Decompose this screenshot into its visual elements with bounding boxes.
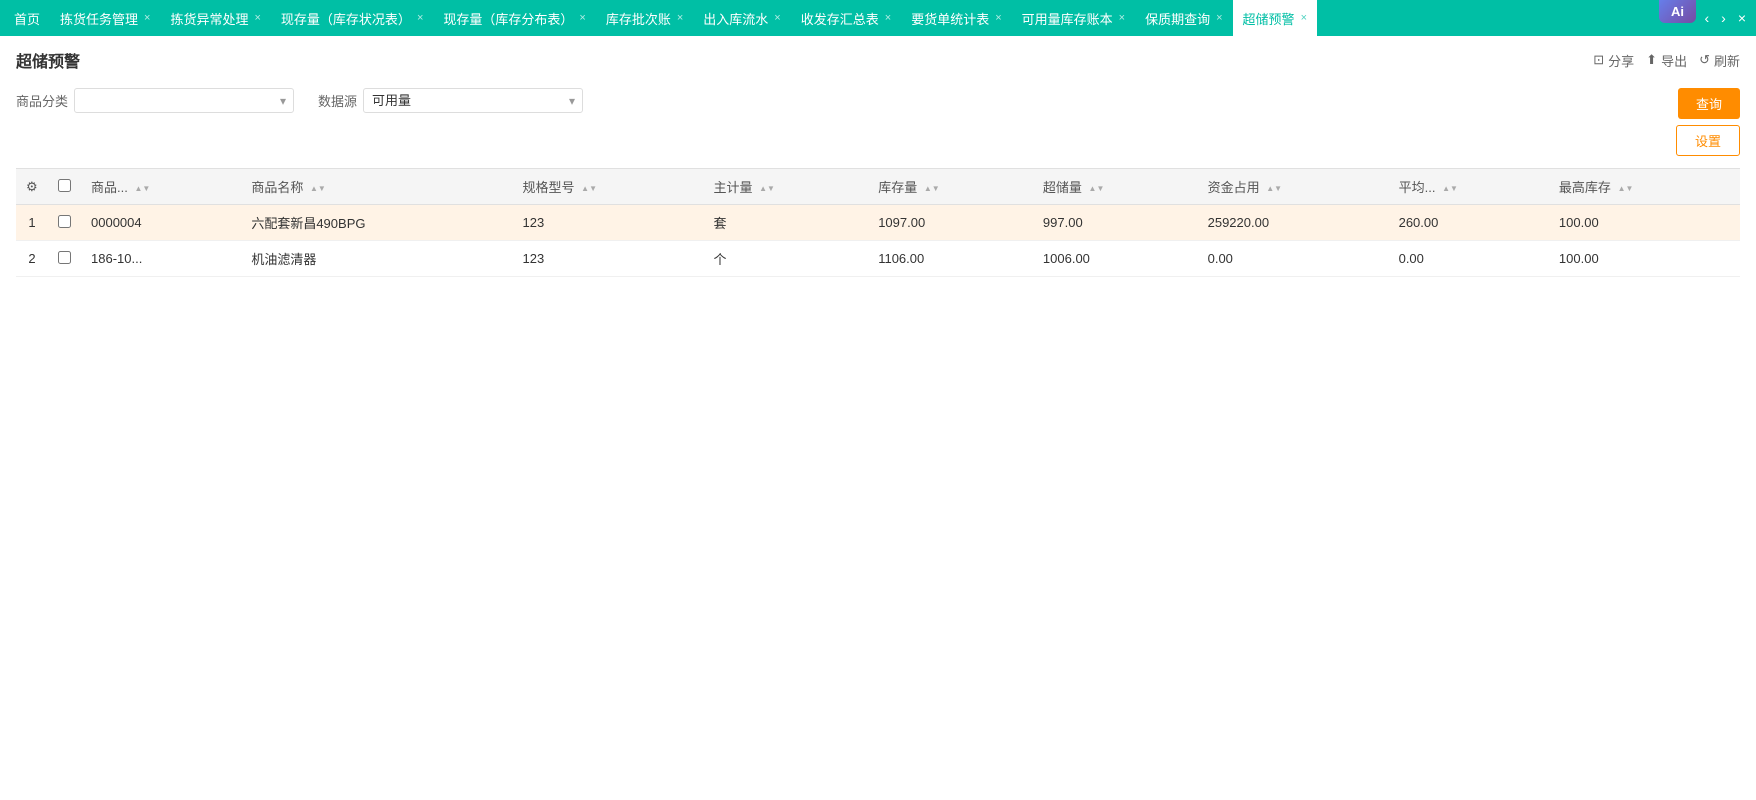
nav-item-available[interactable]: 可用量库存账本 × <box>1012 0 1135 36</box>
nav-item-demand[interactable]: 要货单统计表 × <box>901 0 1011 36</box>
capital-cell: 0.00 <box>1198 241 1389 277</box>
sort-icon[interactable]: ▲▼ <box>134 185 150 193</box>
unit-cell: 套 <box>704 205 869 241</box>
nav-item-overflow-warning[interactable]: 超储预警 × <box>1233 0 1317 36</box>
max-stock-cell: 100.00 <box>1549 241 1740 277</box>
close-icon[interactable]: × <box>254 12 260 24</box>
th-overflow: 超储量 ▲▼ <box>1033 169 1198 205</box>
product-name-cell: 六配套新昌490BPG <box>241 205 512 241</box>
th-stock: 库存量 ▲▼ <box>868 169 1033 205</box>
sort-icon[interactable]: ▲▼ <box>1442 185 1458 193</box>
row-checkbox-cell <box>48 205 81 241</box>
sort-icon[interactable]: ▲▼ <box>581 185 597 193</box>
filter-data-source: 数据源 可用量 库存量 <box>318 88 583 113</box>
close-icon[interactable]: × <box>774 12 780 24</box>
data-source-label: 数据源 <box>318 91 357 110</box>
refresh-button[interactable]: ↺ 刷新 <box>1699 51 1740 70</box>
th-gear: ⚙ <box>16 169 48 205</box>
avg-cell: 260.00 <box>1389 205 1549 241</box>
product-name-cell: 机油滤清器 <box>241 241 512 277</box>
page-actions: ⊡ 分享 ⬆ 导出 ↺ 刷新 <box>1593 51 1740 70</box>
nav-item-exception[interactable]: 拣货异常处理 × <box>160 0 270 36</box>
export-icon: ⬆ <box>1646 52 1657 68</box>
spec-cell: 123 <box>513 241 704 277</box>
overflow-cell: 1006.00 <box>1033 241 1198 277</box>
export-button[interactable]: ⬆ 导出 <box>1646 51 1687 70</box>
share-icon: ⊡ <box>1593 52 1604 68</box>
gear-icon[interactable]: ⚙ <box>26 179 38 194</box>
table-row: 1 0000004 六配套新昌490BPG 123 套 1097.00 997.… <box>16 205 1740 241</box>
sort-icon[interactable]: ▲▼ <box>1266 185 1282 193</box>
close-icon[interactable]: × <box>144 12 150 24</box>
product-code-cell: 0000004 <box>81 205 241 241</box>
spec-cell: 123 <box>513 205 704 241</box>
nav-item-home[interactable]: 首页 <box>4 0 50 36</box>
nav-close-arrow[interactable]: × <box>1732 10 1752 26</box>
th-checkbox <box>48 169 81 205</box>
close-icon[interactable]: × <box>579 12 585 24</box>
nav-prev-arrow[interactable]: ‹ <box>1698 10 1715 26</box>
data-source-select[interactable]: 可用量 库存量 <box>363 88 583 113</box>
nav-next-arrow[interactable]: › <box>1715 10 1732 26</box>
avg-cell: 0.00 <box>1389 241 1549 277</box>
th-max-stock: 最高库存 ▲▼ <box>1549 169 1740 205</box>
close-icon[interactable]: × <box>677 12 683 24</box>
page-container: 超储预警 ⊡ 分享 ⬆ 导出 ↺ 刷新 商品分类 <box>0 36 1756 800</box>
nav-item-inout[interactable]: 出入库流水 × <box>693 0 790 36</box>
product-category-label: 商品分类 <box>16 91 68 110</box>
nav-item-task[interactable]: 拣货任务管理 × <box>50 0 160 36</box>
stock-cell: 1097.00 <box>868 205 1033 241</box>
th-unit: 主计量 ▲▼ <box>704 169 869 205</box>
top-nav: 首页 拣货任务管理 × 拣货异常处理 × 现存量（库存状况表） × 现存量（库存… <box>0 0 1756 36</box>
close-icon[interactable]: × <box>417 12 423 24</box>
stock-cell: 1106.00 <box>868 241 1033 277</box>
data-table: ⚙ 商品... ▲▼ 商品名称 ▲▼ 规格型号 ▲▼ 主计 <box>16 168 1740 277</box>
nav-item-expiry[interactable]: 保质期查询 × <box>1135 0 1232 36</box>
filter-row: 商品分类 数据源 可用量 库存量 <box>16 88 1652 113</box>
set-button[interactable]: 设置 <box>1676 125 1740 156</box>
page-title: 超储预警 <box>16 48 80 72</box>
close-icon[interactable]: × <box>1216 12 1222 24</box>
close-icon[interactable]: × <box>995 12 1001 24</box>
page-header: 超储预警 ⊡ 分享 ⬆ 导出 ↺ 刷新 <box>16 48 1740 72</box>
th-avg: 平均... ▲▼ <box>1389 169 1549 205</box>
filter-buttons: 查询 设置 <box>1676 88 1740 156</box>
nav-arrows: ‹ › × <box>1698 10 1752 26</box>
row-number: 1 <box>16 205 48 241</box>
th-capital: 资金占用 ▲▼ <box>1198 169 1389 205</box>
unit-cell: 个 <box>704 241 869 277</box>
table-row: 2 186-10... 机油滤清器 123 个 1106.00 1006.00 … <box>16 241 1740 277</box>
row-checkbox[interactable] <box>58 215 71 228</box>
nav-item-stock-dist[interactable]: 现存量（库存分布表） × <box>433 0 595 36</box>
capital-cell: 259220.00 <box>1198 205 1389 241</box>
th-product-code: 商品... ▲▼ <box>81 169 241 205</box>
close-icon[interactable]: × <box>1119 12 1125 24</box>
table-header-row: ⚙ 商品... ▲▼ 商品名称 ▲▼ 规格型号 ▲▼ 主计 <box>16 169 1740 205</box>
refresh-icon: ↺ <box>1699 52 1710 68</box>
product-code-cell: 186-10... <box>81 241 241 277</box>
sort-icon[interactable]: ▲▼ <box>759 185 775 193</box>
sort-icon[interactable]: ▲▼ <box>310 185 326 193</box>
sort-icon[interactable]: ▲▼ <box>1089 185 1105 193</box>
share-button[interactable]: ⊡ 分享 <box>1593 51 1634 70</box>
ai-badge[interactable]: Ai <box>1659 0 1696 23</box>
query-button[interactable]: 查询 <box>1678 88 1740 119</box>
row-number: 2 <box>16 241 48 277</box>
product-category-select[interactable] <box>74 88 294 113</box>
max-stock-cell: 100.00 <box>1549 205 1740 241</box>
close-icon[interactable]: × <box>885 12 891 24</box>
sort-icon[interactable]: ▲▼ <box>1618 185 1634 193</box>
nav-item-batch[interactable]: 库存批次账 × <box>596 0 693 36</box>
nav-item-summary[interactable]: 收发存汇总表 × <box>791 0 901 36</box>
sort-icon[interactable]: ▲▼ <box>924 185 940 193</box>
row-checkbox[interactable] <box>58 251 71 264</box>
row-checkbox-cell <box>48 241 81 277</box>
overflow-cell: 997.00 <box>1033 205 1198 241</box>
nav-item-stock-status[interactable]: 现存量（库存状况表） × <box>271 0 433 36</box>
close-icon[interactable]: × <box>1301 12 1307 24</box>
select-all-checkbox[interactable] <box>58 179 71 192</box>
th-product-name: 商品名称 ▲▼ <box>241 169 512 205</box>
filter-product-category: 商品分类 <box>16 88 294 113</box>
th-spec: 规格型号 ▲▼ <box>513 169 704 205</box>
